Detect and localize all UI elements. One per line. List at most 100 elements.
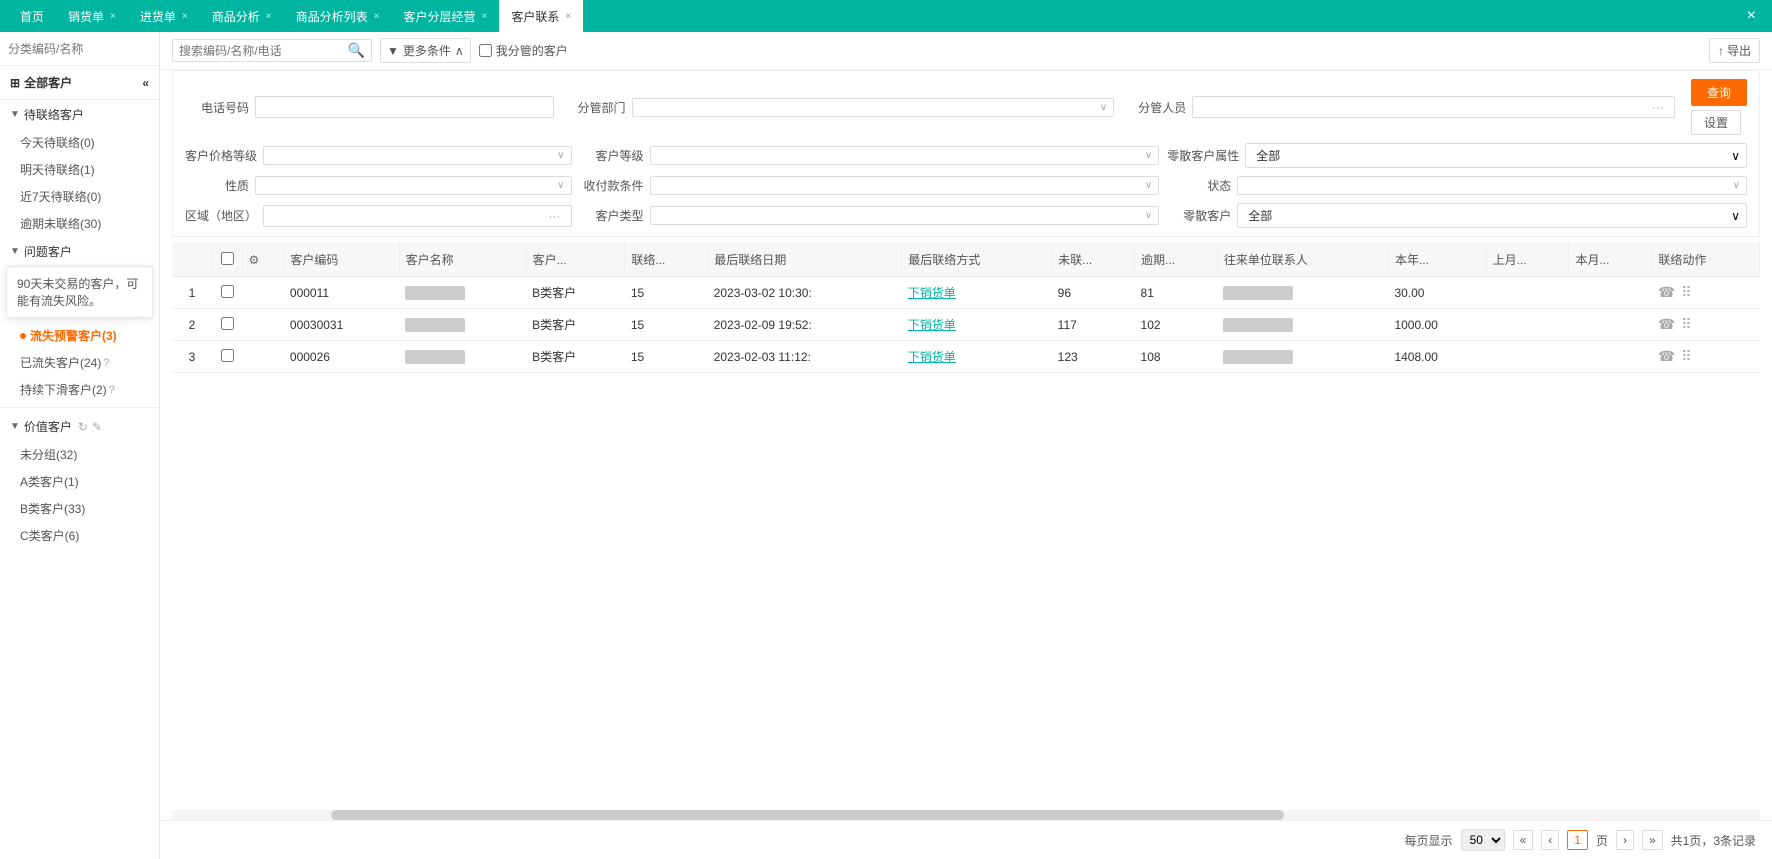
row-contact: 15 [625,309,708,341]
row-check[interactable] [212,309,242,341]
person-more-icon[interactable]: ··· [1648,100,1668,114]
th-action: 联络动作 [1652,243,1760,277]
last-contact-method-link[interactable]: 下销货单 [908,286,956,300]
nav-item-sales[interactable]: 销货单 × [56,0,128,32]
zero-attr-label: 零散客户属性 [1167,147,1245,164]
per-page-select[interactable]: 50 [1461,829,1505,851]
action-more-icon[interactable]: ⠿ [1681,348,1691,365]
row-checkbox[interactable] [221,285,234,298]
action-phone-icon[interactable]: ☎ [1658,316,1675,333]
sidebar-search-input[interactable] [8,42,160,56]
prev-page-button[interactable]: ‹ [1541,830,1559,850]
action-phone-icon[interactable]: ☎ [1658,348,1675,365]
next-page-button[interactable]: › [1616,830,1634,850]
row-last-contact-method[interactable]: 下销货单 [902,277,1052,309]
zero-attr-select[interactable]: 全部 ∨ [1245,143,1747,168]
total-label: 共1页，3条记录 [1671,832,1756,849]
nav-item-customer-contact[interactable]: 客户联系 × [499,0,583,32]
zero-label: 零散客户 [1167,207,1237,224]
sidebar-section-pending-title[interactable]: ▼ 待联络客户 [0,100,159,129]
row-checkbox[interactable] [221,317,234,330]
refresh-icon[interactable]: ↻ [78,420,88,434]
settings-button[interactable]: 设置 [1691,110,1741,135]
th-settings[interactable]: ⚙ [242,243,284,277]
th-code: 客户编码 [284,243,399,277]
dept-select[interactable]: ∨ [632,98,1115,117]
action-phone-icon[interactable]: ☎ [1658,284,1675,301]
row-last-contact-method[interactable]: 下销货单 [902,309,1052,341]
close-sales-icon[interactable]: × [110,11,116,22]
phone-input[interactable] [255,96,554,118]
select-all-checkbox[interactable] [221,252,234,265]
export-button[interactable]: ↑ 导出 [1709,38,1760,63]
row-spacer [242,309,284,341]
sidebar-item-b-class[interactable]: B类客户(33) [0,495,159,522]
close-purchase-icon[interactable]: × [182,11,188,22]
my-customers-checkbox[interactable] [479,44,492,57]
window-close-button[interactable]: × [1739,7,1764,25]
close-analysis-list-icon[interactable]: × [374,11,380,22]
edit-icon[interactable]: ✎ [92,420,102,434]
sidebar-item-a-class[interactable]: A类客户(1) [0,468,159,495]
last-contact-method-link[interactable]: 下销货单 [908,350,956,364]
status-select[interactable]: ∨ [1237,176,1747,195]
status-label: 状态 [1167,177,1237,194]
nav-item-purchase[interactable]: 进货单 × [128,0,200,32]
last-contact-method-link[interactable]: 下销货单 [908,318,956,332]
first-page-button[interactable]: « [1513,830,1534,850]
sidebar-item-c-class[interactable]: C类客户(6) [0,522,159,549]
sidebar-section-problem-title[interactable]: ▼ 问题客户 [0,237,159,266]
sidebar-item-declining[interactable]: 持续下滑客户(2) ? [0,376,159,403]
row-check[interactable] [212,277,242,309]
sidebar-all-customers[interactable]: ⊞ 全部客户 « [0,66,159,100]
close-analysis-icon[interactable]: × [266,11,272,22]
search-wrap: 🔍 [172,39,372,62]
row-unit-contact [1217,341,1388,373]
query-button[interactable]: 查询 [1691,79,1747,106]
row-spacer [242,277,284,309]
row-this-year: 1000.00 [1388,309,1486,341]
action-more-icon[interactable]: ⠿ [1681,284,1691,301]
region-more-icon[interactable]: ··· [545,209,565,223]
zero-select[interactable]: 全部 ∨ [1237,203,1747,228]
sidebar-tooltip: 90天未交易的客户，可能有流失风险。 [6,266,153,318]
sidebar-collapse-icon[interactable]: « [142,76,149,90]
sidebar-item-overdue[interactable]: 逾期未联络(30) [0,210,159,237]
scroll-thumb[interactable] [331,810,1284,820]
row-action: ☎ ⠿ [1652,341,1760,373]
sidebar-item-today[interactable]: 今天待联络(0) [0,129,159,156]
close-customer-contact-icon[interactable]: × [565,11,571,22]
more-conditions-button[interactable]: ▼ 更多条件 ∧ [380,38,471,63]
my-customers-label[interactable]: 我分管的客户 [479,42,568,59]
price-grade-down-arrow-icon: ∨ [557,150,564,161]
row-check[interactable] [212,341,242,373]
customer-type-select[interactable]: ∨ [650,206,1160,225]
region-select[interactable]: ··· [263,205,571,227]
sidebar-item-tomorrow[interactable]: 明天待联络(1) [0,156,159,183]
nav-item-customer-tier[interactable]: 客户分层经营 × [391,0,499,32]
row-spacer [242,341,284,373]
gender-select[interactable]: ∨ [255,176,572,195]
payment-select[interactable]: ∨ [650,176,1160,195]
action-more-icon[interactable]: ⠿ [1681,316,1691,333]
row-checkbox[interactable] [221,349,234,362]
customer-grade-select[interactable]: ∨ [650,146,1160,165]
nav-item-analysis[interactable]: 商品分析 × [200,0,284,32]
person-select[interactable]: ··· [1192,96,1675,118]
row-last-month [1486,277,1569,309]
nav-item-analysis-list[interactable]: 商品分析列表 × [284,0,392,32]
sidebar-item-7days[interactable]: 近7天待联络(0) [0,183,159,210]
horizontal-scrollbar[interactable] [172,810,1760,820]
sidebar-section-value-title[interactable]: ▼ 价值客户 ↻ ✎ [0,412,159,441]
nav-item-home[interactable]: 首页 [8,0,56,32]
search-input[interactable] [179,44,348,58]
row-last-contact-method[interactable]: 下销货单 [902,341,1052,373]
sidebar-section-value: ▼ 价值客户 ↻ ✎ 未分组(32) A类客户(1) B类客户(33) C类客户… [0,412,159,549]
price-grade-select[interactable]: ∨ [263,146,571,165]
sidebar-item-churn-warning[interactable]: 流失预警客户(3) [0,322,159,349]
sidebar-item-ungroup[interactable]: 未分组(32) [0,441,159,468]
last-page-button[interactable]: » [1642,830,1663,850]
sidebar-item-churned[interactable]: 已流失客户(24) ? [0,349,159,376]
search-button[interactable]: 🔍 [348,42,365,59]
close-customer-tier-icon[interactable]: × [481,11,487,22]
